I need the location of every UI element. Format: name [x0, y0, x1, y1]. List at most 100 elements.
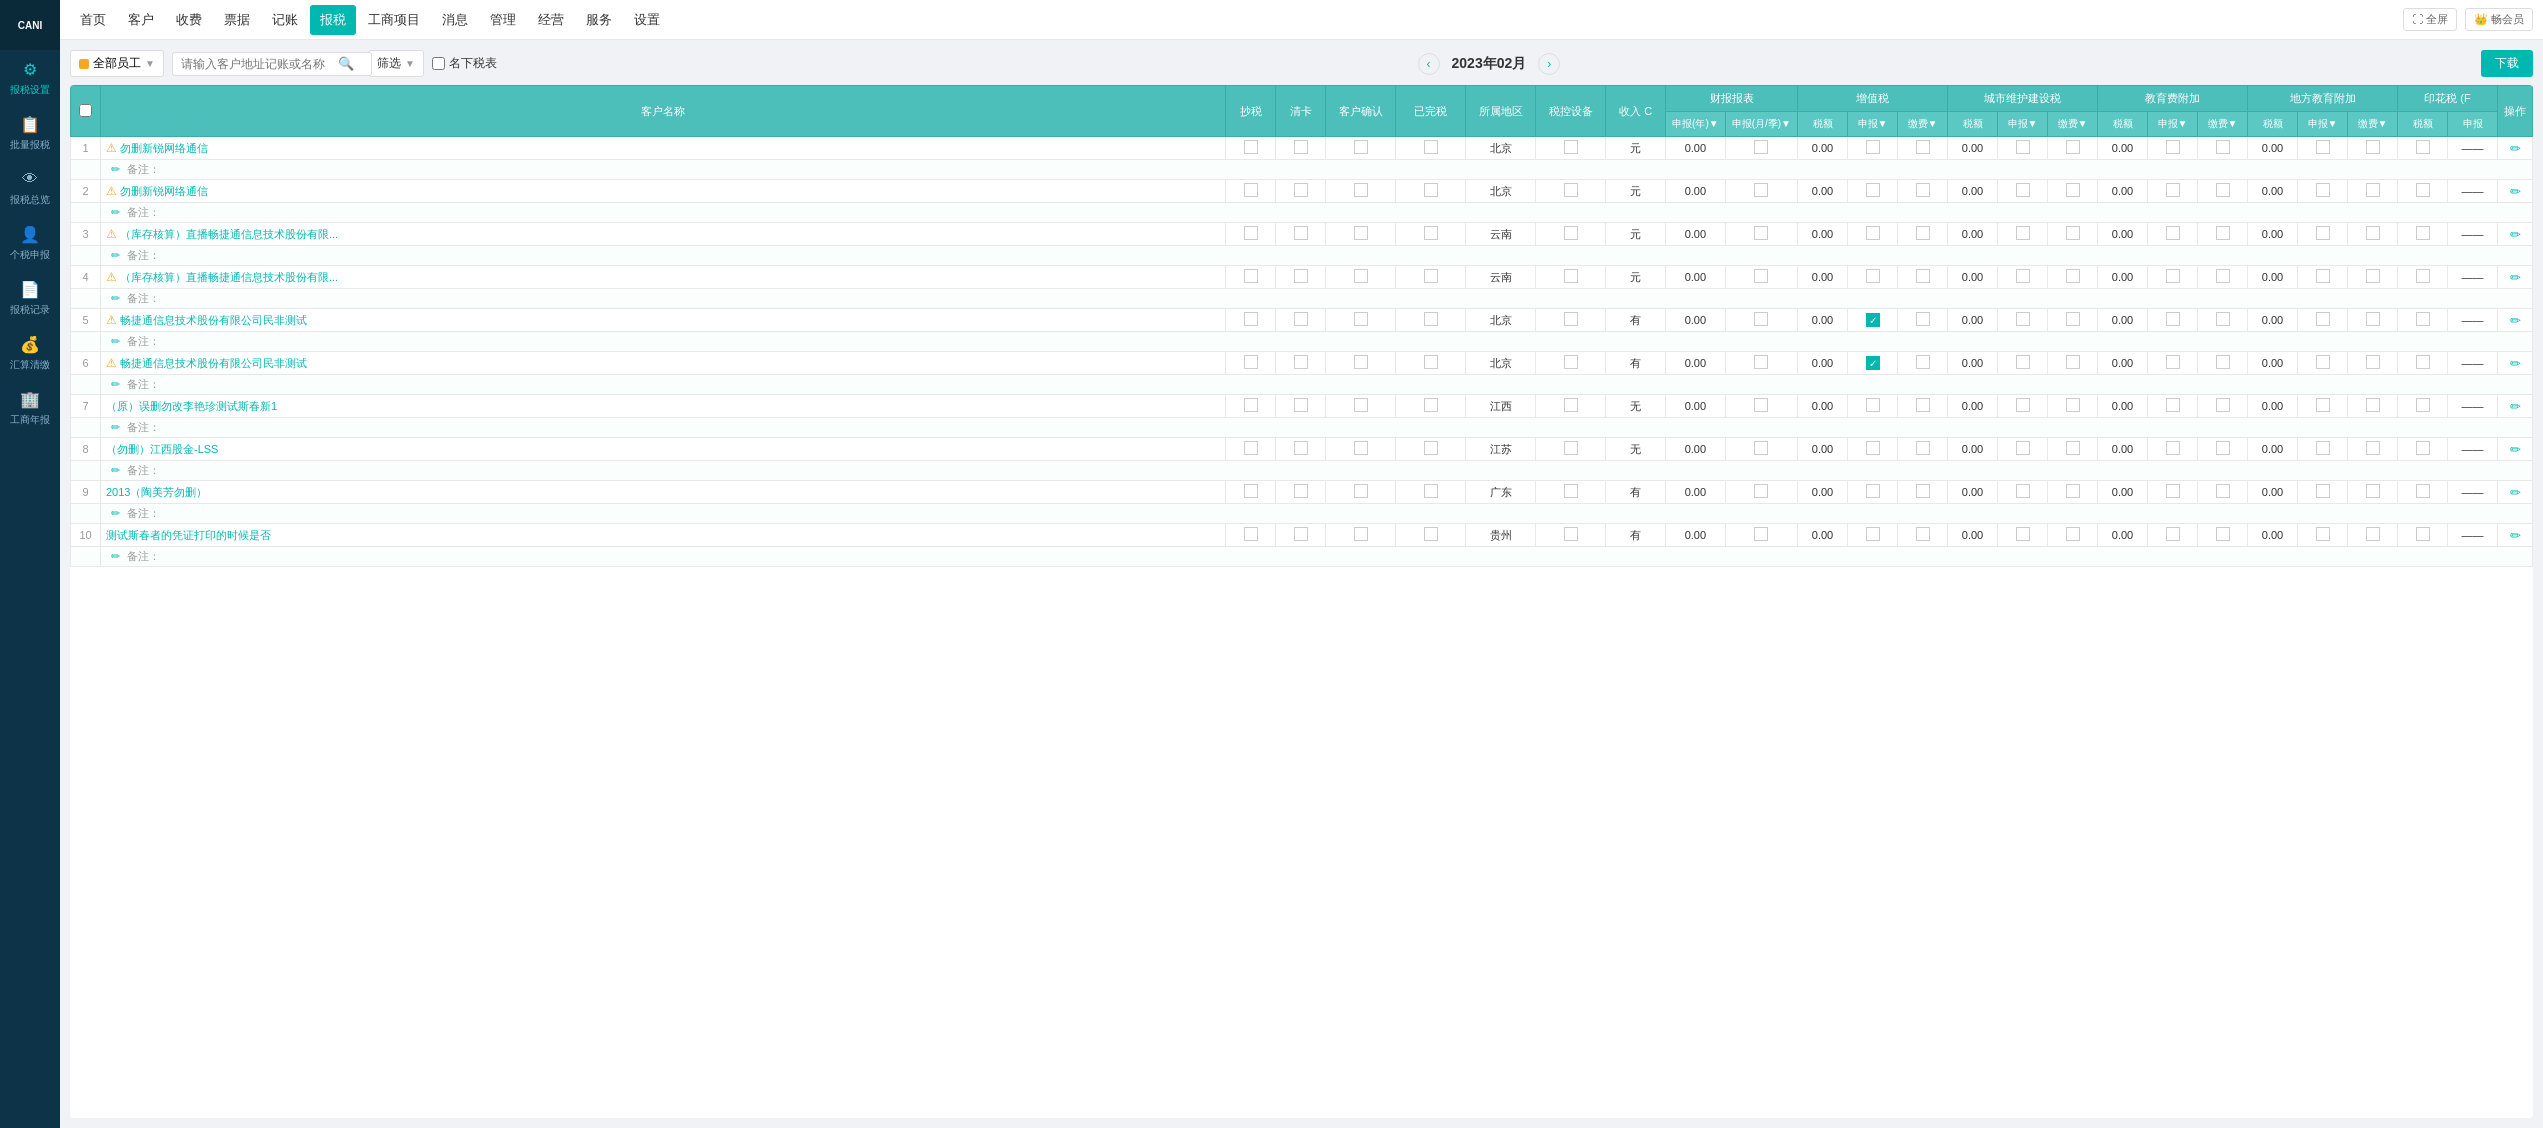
edit-icon[interactable]: ✏: [2510, 313, 2521, 328]
unchecked-icon[interactable]: [2316, 398, 2330, 412]
nav-home[interactable]: 首页: [70, 5, 116, 35]
unchecked-icon[interactable]: [1294, 527, 1308, 541]
unchecked-icon[interactable]: [2316, 226, 2330, 240]
nav-business[interactable]: 工商项目: [358, 5, 430, 35]
unchecked-icon[interactable]: [2016, 398, 2030, 412]
unchecked-icon[interactable]: [2366, 269, 2380, 283]
unchecked-icon[interactable]: [1424, 355, 1438, 369]
unchecked-icon[interactable]: [2366, 226, 2380, 240]
sidebar-item-settlement[interactable]: 💰 汇算清缴: [0, 325, 60, 380]
unchecked-icon[interactable]: [1424, 398, 1438, 412]
unchecked-icon[interactable]: [1754, 484, 1768, 498]
unchecked-icon[interactable]: [2016, 527, 2030, 541]
unchecked-icon[interactable]: [1916, 527, 1930, 541]
unchecked-icon[interactable]: [1354, 183, 1368, 197]
unchecked-icon[interactable]: [2066, 527, 2080, 541]
edit-icon[interactable]: ✏: [2510, 528, 2521, 543]
unchecked-icon[interactable]: [1754, 312, 1768, 326]
unchecked-icon[interactable]: [1424, 269, 1438, 283]
fullscreen-button[interactable]: ⛶ 全屏: [2403, 8, 2457, 31]
nav-manage[interactable]: 管理: [480, 5, 526, 35]
unchecked-icon[interactable]: [1354, 527, 1368, 541]
unchecked-icon[interactable]: [1294, 269, 1308, 283]
unchecked-icon[interactable]: [1916, 183, 1930, 197]
unchecked-icon[interactable]: [2316, 484, 2330, 498]
unchecked-icon[interactable]: [1294, 441, 1308, 455]
unchecked-icon[interactable]: [1244, 140, 1258, 154]
unchecked-icon[interactable]: [2366, 441, 2380, 455]
unchecked-icon[interactable]: [1424, 312, 1438, 326]
unchecked-icon[interactable]: [2416, 398, 2430, 412]
unchecked-icon[interactable]: [1244, 441, 1258, 455]
select-all-checkbox[interactable]: [79, 104, 92, 117]
unchecked-icon[interactable]: [2416, 355, 2430, 369]
unchecked-icon[interactable]: [1354, 226, 1368, 240]
unchecked-icon[interactable]: [2366, 183, 2380, 197]
download-button[interactable]: 下载: [2481, 50, 2533, 77]
sidebar-item-annual-report[interactable]: 🏢 工商年报: [0, 380, 60, 435]
sidebar-item-tax-overview[interactable]: 👁 报税总览: [0, 160, 60, 215]
nav-bookkeeping[interactable]: 记账: [262, 5, 308, 35]
unchecked-icon[interactable]: [2316, 140, 2330, 154]
edit-icon[interactable]: ✏: [2510, 485, 2521, 500]
unchecked-icon[interactable]: [1244, 183, 1258, 197]
unchecked-icon[interactable]: [2416, 441, 2430, 455]
unchecked-icon[interactable]: [1866, 484, 1880, 498]
unchecked-icon[interactable]: [1564, 398, 1578, 412]
nav-message[interactable]: 消息: [432, 5, 478, 35]
unchecked-icon[interactable]: [2416, 484, 2430, 498]
filter-button[interactable]: 筛选 ▼: [368, 50, 424, 77]
unchecked-icon[interactable]: [2216, 398, 2230, 412]
unchecked-icon[interactable]: [2216, 355, 2230, 369]
unchecked-icon[interactable]: [1244, 226, 1258, 240]
nav-invoice[interactable]: 票据: [214, 5, 260, 35]
unchecked-icon[interactable]: [2066, 398, 2080, 412]
unchecked-icon[interactable]: [2416, 183, 2430, 197]
unchecked-icon[interactable]: [2216, 484, 2230, 498]
unchecked-icon[interactable]: [1754, 226, 1768, 240]
unchecked-icon[interactable]: [2166, 398, 2180, 412]
unchecked-icon[interactable]: [2216, 312, 2230, 326]
unchecked-icon[interactable]: [1754, 183, 1768, 197]
unchecked-icon[interactable]: [1354, 441, 1368, 455]
unchecked-icon[interactable]: [2416, 312, 2430, 326]
unchecked-icon[interactable]: [2216, 527, 2230, 541]
unchecked-icon[interactable]: [1866, 441, 1880, 455]
unchecked-icon[interactable]: [2016, 269, 2030, 283]
sidebar-item-tax-settings[interactable]: ⚙ 报税设置: [0, 50, 60, 105]
nav-charge[interactable]: 收费: [166, 5, 212, 35]
unchecked-icon[interactable]: [1754, 441, 1768, 455]
unchecked-icon[interactable]: [2066, 484, 2080, 498]
unchecked-icon[interactable]: [1564, 269, 1578, 283]
unchecked-icon[interactable]: [1564, 183, 1578, 197]
unchecked-icon[interactable]: [2166, 355, 2180, 369]
unchecked-icon[interactable]: [1866, 226, 1880, 240]
unchecked-icon[interactable]: [2066, 355, 2080, 369]
member-button[interactable]: 👑 畅会员: [2465, 8, 2533, 31]
name-under-checkbox[interactable]: [432, 57, 445, 70]
unchecked-icon[interactable]: [1916, 484, 1930, 498]
unchecked-icon[interactable]: [2166, 226, 2180, 240]
unchecked-icon[interactable]: [1244, 312, 1258, 326]
unchecked-icon[interactable]: [2316, 269, 2330, 283]
unchecked-icon[interactable]: [2166, 269, 2180, 283]
unchecked-icon[interactable]: [1916, 398, 1930, 412]
unchecked-icon[interactable]: [1866, 140, 1880, 154]
unchecked-icon[interactable]: [1244, 398, 1258, 412]
edit-icon[interactable]: ✏: [2510, 227, 2521, 242]
edit-icon[interactable]: ✏: [2510, 141, 2521, 156]
unchecked-icon[interactable]: [2316, 441, 2330, 455]
unchecked-icon[interactable]: [1354, 269, 1368, 283]
unchecked-icon[interactable]: [1916, 269, 1930, 283]
unchecked-icon[interactable]: [2166, 312, 2180, 326]
unchecked-icon[interactable]: [1754, 140, 1768, 154]
unchecked-icon[interactable]: [1754, 355, 1768, 369]
unchecked-icon[interactable]: [1424, 183, 1438, 197]
unchecked-icon[interactable]: [1294, 398, 1308, 412]
unchecked-icon[interactable]: [2366, 140, 2380, 154]
unchecked-icon[interactable]: [2416, 140, 2430, 154]
unchecked-icon[interactable]: [1294, 183, 1308, 197]
unchecked-icon[interactable]: [1866, 183, 1880, 197]
unchecked-icon[interactable]: [2166, 183, 2180, 197]
unchecked-icon[interactable]: [1424, 140, 1438, 154]
